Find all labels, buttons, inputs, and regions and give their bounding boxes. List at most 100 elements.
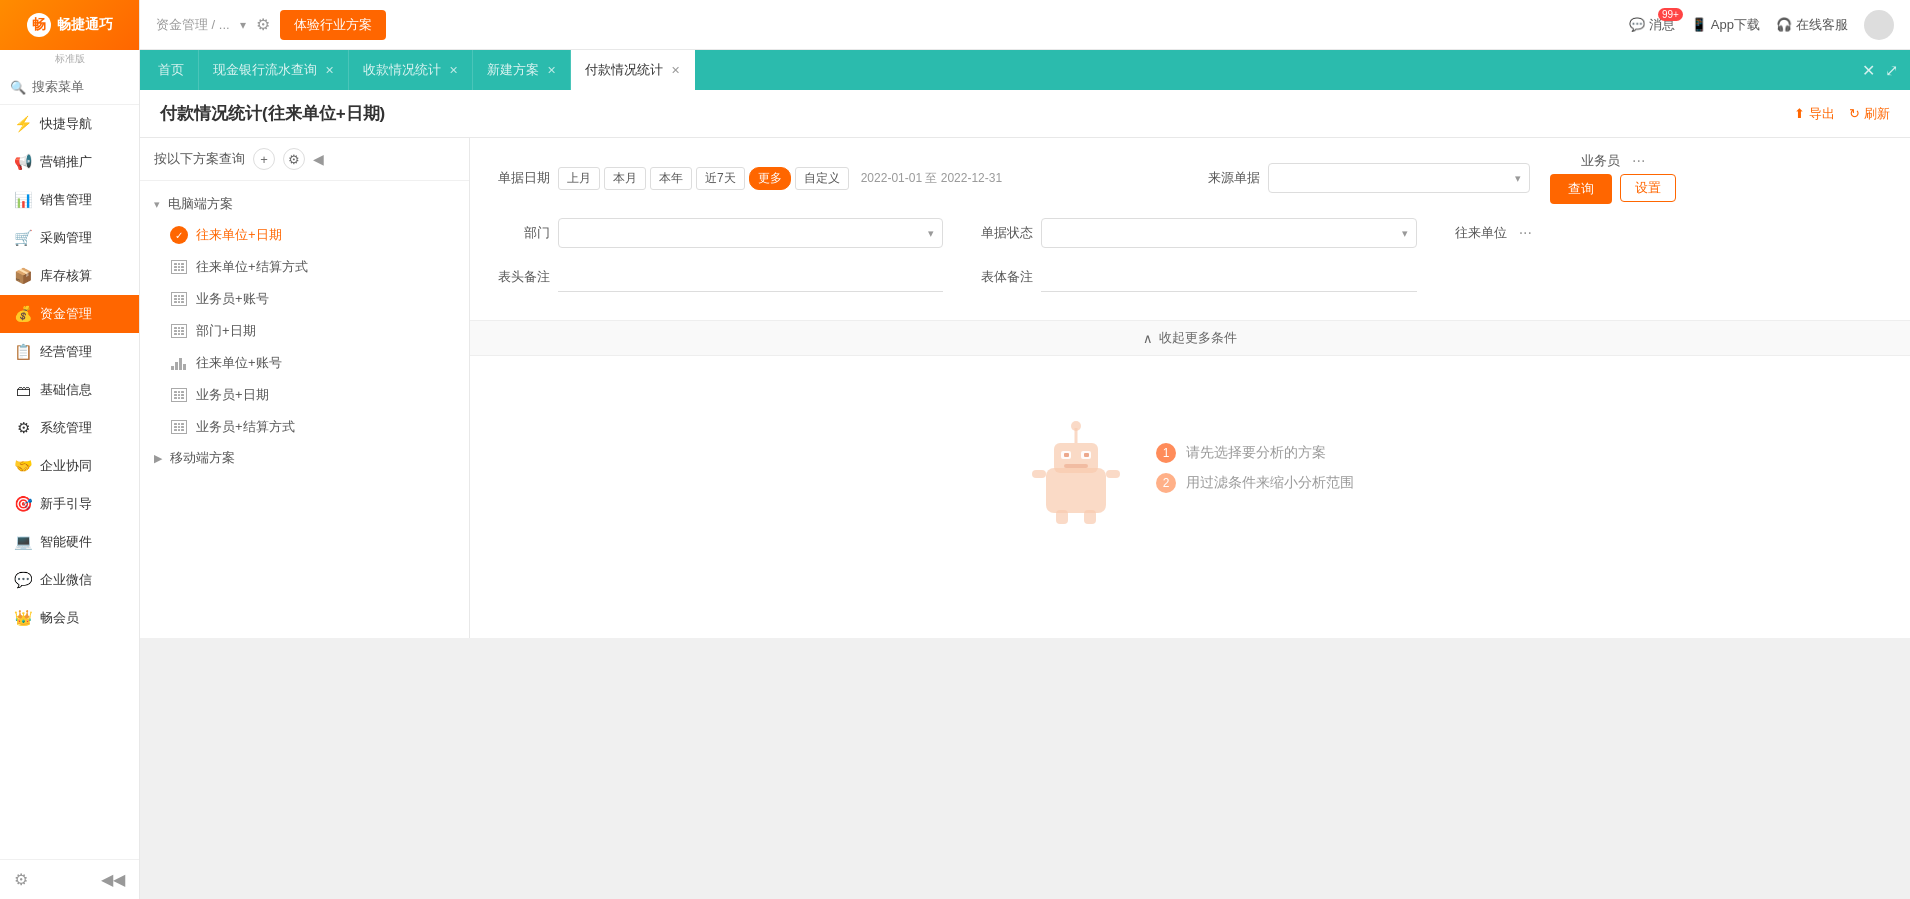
maximize-icon[interactable]: ⤢ xyxy=(1885,61,1898,80)
tab-new-scheme[interactable]: 新建方案✕ xyxy=(473,50,571,90)
sidebar-item-basic-info[interactable]: 🗃基础信息 xyxy=(0,371,139,409)
source-doc-select[interactable]: ▾ xyxy=(1268,163,1530,193)
doc-status-select[interactable]: ▾ xyxy=(1041,218,1416,248)
svg-rect-0 xyxy=(1046,468,1106,513)
trial-button[interactable]: 体验行业方案 xyxy=(280,10,386,40)
search-menu[interactable]: 🔍 搜索菜单 xyxy=(0,70,139,105)
sidebar-icon-purchase: 🛒 xyxy=(14,229,32,247)
scheme-item-label-partner-date: 往来单位+日期 xyxy=(196,226,282,244)
tab-label-payment-stat: 付款情况统计 xyxy=(585,61,663,79)
header-note-input[interactable] xyxy=(558,262,943,292)
svg-rect-10 xyxy=(1106,470,1120,478)
scheme-item-partner-date[interactable]: ✓往来单位+日期 xyxy=(140,219,469,251)
sidebar-label-guide: 新手引导 xyxy=(40,495,92,513)
settings-button[interactable]: 设置 xyxy=(1620,174,1676,202)
scheme-item-salesman-settle[interactable]: 业务员+结算方式 xyxy=(140,411,469,443)
tab-close-new-scheme[interactable]: ✕ xyxy=(547,64,556,77)
add-scheme-button[interactable]: + xyxy=(253,148,275,170)
tab-close-payment-stat[interactable]: ✕ xyxy=(671,64,680,77)
close-all-tabs-icon[interactable]: ✕ xyxy=(1862,61,1875,80)
scheme-icon-salesman-date xyxy=(170,386,188,404)
collapse-btn-label: 收起更多条件 xyxy=(1159,329,1237,347)
sidebar-item-system[interactable]: ⚙系统管理 xyxy=(0,409,139,447)
svg-rect-9 xyxy=(1032,470,1046,478)
dept-chevron: ▾ xyxy=(928,227,934,240)
tab-payment-stat[interactable]: 付款情况统计 ✕ xyxy=(571,50,695,90)
app-download-button[interactable]: 📱 App下载 xyxy=(1691,16,1760,34)
sidebar-item-capital[interactable]: 💰资金管理 xyxy=(0,295,139,333)
sidebar-item-member[interactable]: 👑畅会员 xyxy=(0,599,139,637)
svg-point-12 xyxy=(1071,421,1081,431)
step-1-number: 1 xyxy=(1156,443,1176,463)
topbar: 资金管理 / ... ▾ ⚙ 体验行业方案 💬 消息 99+ 📱 App下载 🎧… xyxy=(140,0,1910,50)
partner-more-btn[interactable]: ··· xyxy=(1515,224,1536,242)
scheme-group-header-pc[interactable]: ▾电脑端方案 xyxy=(140,189,469,219)
scheme-item-dept-date[interactable]: 部门+日期 xyxy=(140,315,469,347)
date-btn-5[interactable]: 自定义 xyxy=(795,167,849,190)
filter-row-1: 单据日期 上月本月本年近7天更多自定义 2022-01-01 至 2022-12… xyxy=(490,152,1890,204)
date-btn-3[interactable]: 近7天 xyxy=(696,167,745,190)
sidebar-item-guide[interactable]: 🎯新手引导 xyxy=(0,485,139,523)
sidebar-item-purchase[interactable]: 🛒 采购管理 xyxy=(0,219,139,257)
sidebar-icon-member: 👑 xyxy=(14,609,32,627)
sidebar-item-operation[interactable]: 📋经营管理 xyxy=(0,333,139,371)
sidebar-label-sales: 销售管理 xyxy=(40,191,92,209)
svg-rect-7 xyxy=(1056,510,1068,524)
tab-receivable[interactable]: 收款情况统计✕ xyxy=(349,50,473,90)
sidebar-label-inventory: 库存核算 xyxy=(40,267,92,285)
query-button[interactable]: 查询 xyxy=(1550,174,1612,204)
partner-label: 往来单位 xyxy=(1437,224,1507,242)
date-range-value: 2022-01-01 至 2022-12-31 xyxy=(861,170,1002,187)
scheme-item-label-salesman-settle: 业务员+结算方式 xyxy=(196,418,295,436)
scheme-setting-button[interactable]: ⚙ xyxy=(283,148,305,170)
date-btn-4[interactable]: 更多 xyxy=(749,167,791,190)
scheme-item-partner-account[interactable]: 往来单位+账号 xyxy=(140,347,469,379)
doc-status-label: 单据状态 xyxy=(963,224,1033,242)
date-btn-0[interactable]: 上月 xyxy=(558,167,600,190)
body-note-input[interactable] xyxy=(1041,262,1416,292)
message-badge: 99+ xyxy=(1658,8,1683,21)
dept-field: 部门 ▾ xyxy=(490,218,943,248)
dept-select[interactable]: ▾ xyxy=(558,218,943,248)
scheme-item-salesman-date[interactable]: 业务员+日期 xyxy=(140,379,469,411)
sidebar-item-quick-nav[interactable]: ⚡快捷导航 xyxy=(0,105,139,143)
user-avatar[interactable] xyxy=(1864,10,1894,40)
export-button[interactable]: ⬆ 导出 xyxy=(1794,105,1835,123)
breadcrumb-chevron[interactable]: ▾ xyxy=(240,18,246,32)
tab-bank-flow[interactable]: 现金银行流水查询✕ xyxy=(199,50,349,90)
app-icon: 📱 xyxy=(1691,17,1707,32)
date-btn-1[interactable]: 本月 xyxy=(604,167,646,190)
scheme-item-label-partner-account: 往来单位+账号 xyxy=(196,354,282,372)
sidebar-item-marketing[interactable]: 📢营销推广 xyxy=(0,143,139,181)
sidebar-item-hardware[interactable]: 💻智能硬件 xyxy=(0,523,139,561)
collapse-sidebar-icon[interactable]: ◀◀ xyxy=(101,870,125,889)
sidebar-item-wechat[interactable]: 💬企业微信 xyxy=(0,561,139,599)
empty-robot-illustration xyxy=(1026,418,1126,518)
scheme-item-partner-settle[interactable]: 往来单位+结算方式 xyxy=(140,251,469,283)
main-area: 资金管理 / ... ▾ ⚙ 体验行业方案 💬 消息 99+ 📱 App下载 🎧… xyxy=(140,0,1910,899)
sidebar-item-sales[interactable]: 📊销售管理 xyxy=(0,181,139,219)
sidebar-icon-system: ⚙ xyxy=(14,419,32,437)
collapse-bar[interactable]: ∧ 收起更多条件 xyxy=(470,320,1910,356)
messages-button[interactable]: 💬 消息 99+ xyxy=(1629,16,1675,34)
tab-close-bank-flow[interactable]: ✕ xyxy=(325,64,334,77)
scheme-group-header-mobile[interactable]: ▶移动端方案 xyxy=(140,443,469,473)
collapse-panel-icon[interactable]: ◀ xyxy=(313,151,324,167)
sidebar-item-inventory[interactable]: 📦库存核算 xyxy=(0,257,139,295)
sidebar-label-hardware: 智能硬件 xyxy=(40,533,92,551)
tab-home[interactable]: 首页 xyxy=(144,50,199,90)
online-service-button[interactable]: 🎧 在线客服 xyxy=(1776,16,1848,34)
date-btn-2[interactable]: 本年 xyxy=(650,167,692,190)
refresh-button[interactable]: ↻ 刷新 xyxy=(1849,105,1890,123)
tab-close-receivable[interactable]: ✕ xyxy=(449,64,458,77)
topbar-left: 资金管理 / ... ▾ ⚙ 体验行业方案 xyxy=(156,10,1617,40)
salesman-more-btn[interactable]: ··· xyxy=(1628,152,1649,170)
sidebar-icon-operation: 📋 xyxy=(14,343,32,361)
topbar-setting-icon[interactable]: ⚙ xyxy=(256,15,270,34)
sidebar-item-cooperation[interactable]: 🤝企业协同 xyxy=(0,447,139,485)
settings-bottom-icon[interactable]: ⚙ xyxy=(14,870,28,889)
scheme-item-label-salesman-date: 业务员+日期 xyxy=(196,386,269,404)
scheme-item-salesman-account[interactable]: 业务员+账号 xyxy=(140,283,469,315)
scheme-panel: 按以下方案查询 + ⚙ ◀ ▾电脑端方案✓往来单位+日期往来单位+结算方式业务员… xyxy=(140,138,470,638)
sidebar-label-purchase: 采购管理 xyxy=(40,229,92,247)
